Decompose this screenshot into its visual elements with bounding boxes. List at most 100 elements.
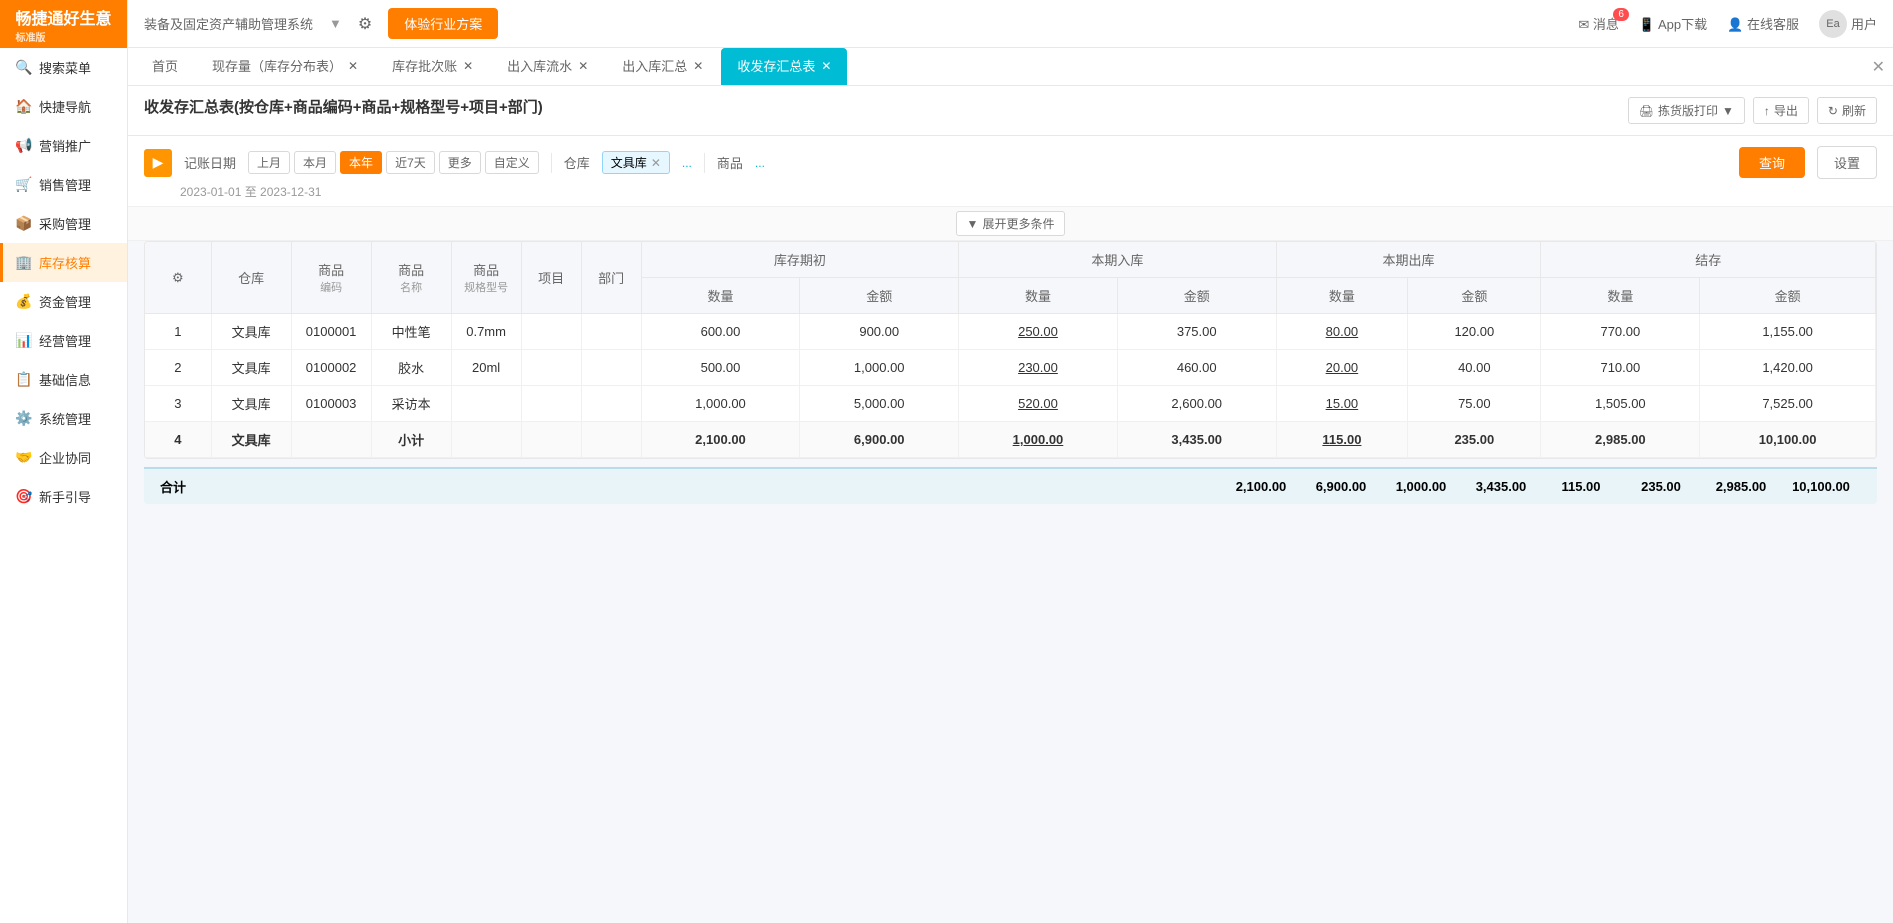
tab-2[interactable]: 库存批次账✕: [376, 48, 489, 85]
tab-1[interactable]: 现存量（库存分布表）✕: [196, 48, 374, 85]
topbar-dropdown-icon[interactable]: ▼: [329, 16, 342, 31]
sidebar-icon-3: 🛒: [15, 176, 33, 193]
sidebar-item-资金管理[interactable]: 💰资金管理: [0, 282, 127, 321]
tab-close-4[interactable]: ✕: [693, 59, 703, 73]
sidebar-item-企业协同[interactable]: 🤝企业协同: [0, 438, 127, 477]
cell-project-1: [521, 350, 581, 386]
cell-inbound-qty-2[interactable]: 520.00: [959, 386, 1118, 422]
sidebar-item-销售管理[interactable]: 🛒销售管理: [0, 165, 127, 204]
phone-icon: 📱: [1639, 17, 1655, 32]
cell-balance-qty-0: 770.00: [1541, 314, 1700, 350]
online-service-btn[interactable]: 👤 在线客服: [1727, 14, 1799, 33]
filter-section: ▶ 记账日期 上月本月本年近7天更多自定义 仓库 文具库 ✕ ... 商品 ..…: [128, 136, 1893, 207]
cell-dept-0: [581, 314, 641, 350]
app-download-btn[interactable]: 📱 App下载: [1639, 14, 1707, 33]
sidebar-item-基础信息[interactable]: 📋基础信息: [0, 360, 127, 399]
sidebar-item-系统管理[interactable]: ⚙️系统管理: [0, 399, 127, 438]
th-goods-name: 商品名称: [371, 242, 451, 314]
cell-dept-3: [581, 422, 641, 458]
date-btn-上月[interactable]: 上月: [248, 151, 290, 174]
sidebar: 畅捷通好生意 标准版 🔍搜索菜单🏠快捷导航📢营销推广🛒销售管理📦采购管理🏢库存核…: [0, 0, 128, 923]
sidebar-icon-8: 📋: [15, 371, 33, 388]
cell-outbound-qty-3[interactable]: 115.00: [1276, 422, 1408, 458]
table-row-3: 4 文具库 小计 2,100.00 6,900.00 1,000.00 3,43…: [145, 422, 1876, 458]
sidebar-label-1: 快捷导航: [39, 97, 91, 116]
sidebar-item-新手引导[interactable]: 🎯新手引导: [0, 477, 127, 516]
cell-code-0: 0100001: [291, 314, 371, 350]
cell-spec-1: 20ml: [451, 350, 521, 386]
date-btn-自定义[interactable]: 自定义: [485, 151, 539, 174]
page-title: 收发存汇总表(按仓库+商品编码+商品+规格型号+项目+部门): [144, 96, 543, 117]
tab-4[interactable]: 出入库汇总 ✕: [606, 48, 719, 85]
cell-dept-1: [581, 350, 641, 386]
sidebar-item-库存核算[interactable]: 🏢库存核算: [0, 243, 127, 282]
date-btn-更多[interactable]: 更多: [439, 151, 481, 174]
close-all-tabs-btn[interactable]: ✕: [1872, 57, 1885, 77]
cell-no-2: 3: [145, 386, 211, 422]
th-settings[interactable]: ⚙: [145, 242, 211, 314]
cell-outbound-qty-2[interactable]: 15.00: [1276, 386, 1408, 422]
th-balance: 结存: [1541, 242, 1876, 278]
app-download-label: App下载: [1658, 17, 1707, 32]
tab-label-4: 出入库汇总: [622, 56, 687, 75]
print-btn[interactable]: 🖨 拣货版打印 ▼: [1628, 97, 1745, 124]
warehouse-tag[interactable]: 文具库 ✕: [602, 151, 670, 174]
cell-opening-qty-3: 2,100.00: [641, 422, 800, 458]
user-btn[interactable]: Ea 用户: [1819, 10, 1877, 38]
cell-inbound-qty-1[interactable]: 230.00: [959, 350, 1118, 386]
tab-close-5[interactable]: ✕: [821, 59, 831, 73]
th-inbound-qty: 数量: [959, 278, 1118, 314]
trial-btn[interactable]: 体验行业方案: [388, 8, 498, 39]
tab-5[interactable]: 收发存汇总表 ✕: [721, 48, 847, 85]
cell-inbound-qty-0[interactable]: 250.00: [959, 314, 1118, 350]
refresh-btn[interactable]: ↻ 刷新: [1817, 97, 1877, 124]
sidebar-item-营销推广[interactable]: 📢营销推广: [0, 126, 127, 165]
cell-balance-amt-2: 7,525.00: [1700, 386, 1876, 422]
print-dropdown-icon: ▼: [1722, 104, 1734, 118]
tab-3[interactable]: 出入库流水 ✕: [491, 48, 604, 85]
tab-close-1[interactable]: ✕: [348, 59, 358, 73]
expand-conditions-btn[interactable]: ▼ 展开更多条件: [956, 211, 1066, 236]
cell-outbound-qty-0[interactable]: 80.00: [1276, 314, 1408, 350]
filter-toggle-btn[interactable]: ▶: [144, 149, 172, 177]
cell-warehouse-1: 文具库: [211, 350, 291, 386]
expand-row: ▼ 展开更多条件: [128, 207, 1893, 241]
date-btn-本月[interactable]: 本月: [294, 151, 336, 174]
tab-close-3[interactable]: ✕: [578, 59, 588, 73]
query-btn[interactable]: 查询: [1739, 147, 1805, 178]
tab-0[interactable]: 首页: [136, 48, 194, 85]
settings-icon[interactable]: ⚙: [172, 270, 184, 285]
sidebar-icon-5: 🏢: [15, 254, 33, 271]
cell-balance-qty-1: 710.00: [1541, 350, 1700, 386]
th-goods-spec: 商品规格型号: [451, 242, 521, 314]
date-btn-本年[interactable]: 本年: [340, 151, 382, 174]
warehouse-more-btn[interactable]: ...: [682, 156, 692, 170]
th-inbound-amt: 金额: [1117, 278, 1276, 314]
cell-project-0: [521, 314, 581, 350]
warehouse-remove-icon[interactable]: ✕: [651, 156, 661, 170]
cell-inbound-qty-3[interactable]: 1,000.00: [959, 422, 1118, 458]
tab-label-5: 收发存汇总表: [737, 56, 815, 75]
cell-outbound-qty-1[interactable]: 20.00: [1276, 350, 1408, 386]
cell-name-0: 中性笔: [371, 314, 451, 350]
filter-row-1: ▶ 记账日期 上月本月本年近7天更多自定义 仓库 文具库 ✕ ... 商品 ..…: [144, 146, 1877, 179]
settings-icon[interactable]: ⚙: [358, 14, 372, 34]
date-btn-近7天[interactable]: 近7天: [386, 151, 435, 174]
sidebar-item-采购管理[interactable]: 📦采购管理: [0, 204, 127, 243]
th-outbound: 本期出库: [1276, 242, 1541, 278]
sidebar-item-快捷导航[interactable]: 🏠快捷导航: [0, 87, 127, 126]
main-area: 装备及固定资产辅助管理系统 ▼ ⚙ 体验行业方案 ✉ 消息 6 📱 App下载 …: [128, 0, 1893, 923]
sidebar-item-搜索菜单[interactable]: 🔍搜索菜单: [0, 48, 127, 87]
total-label: 合计: [160, 477, 360, 496]
cell-name-3: 小计: [371, 422, 451, 458]
sidebar-item-经营管理[interactable]: 📊经营管理: [0, 321, 127, 360]
goods-more-btn[interactable]: ...: [755, 156, 765, 170]
setting-btn[interactable]: 设置: [1817, 146, 1877, 179]
service-icon: 👤: [1727, 17, 1743, 32]
message-btn[interactable]: ✉ 消息 6: [1578, 14, 1619, 33]
cell-inbound-amt-3: 3,435.00: [1117, 422, 1276, 458]
export-btn[interactable]: ↑ 导出: [1753, 97, 1809, 124]
tab-label-3: 出入库流水: [507, 56, 572, 75]
online-service-label: 在线客服: [1747, 17, 1799, 32]
tab-close-2[interactable]: ✕: [463, 59, 473, 73]
